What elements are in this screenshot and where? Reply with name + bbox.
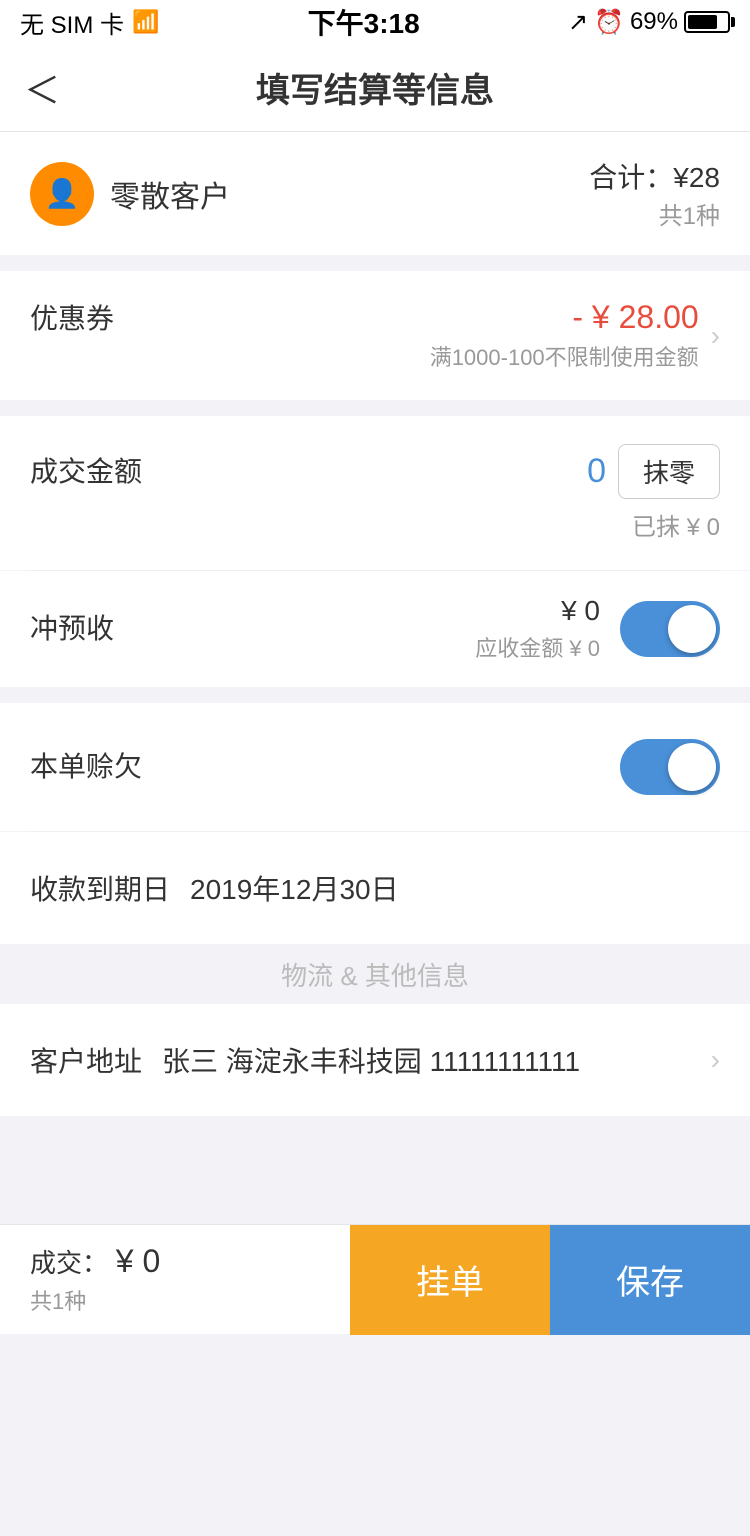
divider-1 xyxy=(0,255,750,271)
battery-icon xyxy=(684,11,730,33)
deal-amount-value: 0 xyxy=(587,452,606,491)
address-label: 客户地址 xyxy=(30,1040,142,1080)
total-count: 共1种 xyxy=(589,196,720,231)
chong-amount: ¥ 0 xyxy=(475,595,600,627)
location-icon: ↗ xyxy=(568,8,588,37)
chong-sub-text: 应收金额 ¥ 0 xyxy=(475,631,600,663)
page-title: 填写结算等信息 xyxy=(256,63,494,112)
customer-row: 👤 零散客户 合计：¥28 共1种 xyxy=(0,132,750,255)
battery-text: 69% xyxy=(630,8,678,36)
coupon-desc: 满1000-100不限制使用金额 xyxy=(430,340,699,372)
status-right: ↗ ⏰ 69% xyxy=(568,8,730,37)
chong-value-block: ¥ 0 应收金额 ¥ 0 xyxy=(475,595,600,663)
address-row[interactable]: 客户地址 张三 海淀永丰科技园 11111111111 › xyxy=(0,1004,750,1116)
round-button[interactable]: 抹零 xyxy=(618,444,720,499)
nav-bar: ＜ 填写结算等信息 xyxy=(0,44,750,132)
chong-right: ¥ 0 应收金额 ¥ 0 xyxy=(475,595,720,663)
debit-toggle[interactable] xyxy=(620,739,720,795)
chong-section: 冲预收 ¥ 0 应收金额 ¥ 0 xyxy=(0,571,750,687)
deal-amount-label: 成交金额 xyxy=(30,452,142,491)
address-section: 客户地址 张三 海淀永丰科技园 11111111111 › xyxy=(0,1004,750,1116)
carrier-text: 无 SIM 卡 xyxy=(20,5,124,40)
due-row[interactable]: 收款到期日 2019年12月30日 xyxy=(0,832,750,944)
address-content: 客户地址 张三 海淀永丰科技园 11111111111 xyxy=(30,1040,580,1080)
coupon-section[interactable]: 优惠券 - ¥ 28.00 满1000-100不限制使用金额 › xyxy=(0,271,750,400)
bottom-deal-label: 成交： xyxy=(30,1248,108,1278)
address-chevron-icon: › xyxy=(711,1044,720,1076)
back-button[interactable]: ＜ xyxy=(24,62,60,114)
status-bar: 无 SIM 卡 📶 下午3:18 ↗ ⏰ 69% xyxy=(0,0,750,44)
hang-button[interactable]: 挂单 xyxy=(350,1225,550,1335)
deal-amount-right: 0 抹零 xyxy=(587,444,720,499)
coupon-amount: - ¥ 28.00 xyxy=(430,299,699,336)
due-date: 2019年12月30日 xyxy=(190,868,399,908)
chong-label: 冲预收 xyxy=(30,609,114,648)
deal-sub-row: 已抹 ¥ 0 xyxy=(0,499,750,570)
status-time: 下午3:18 xyxy=(308,2,420,42)
coupon-label: 优惠券 xyxy=(30,299,114,338)
due-label: 收款到期日 xyxy=(30,868,170,908)
avatar-icon: 👤 xyxy=(45,177,80,210)
customer-left: 👤 零散客户 xyxy=(30,162,230,226)
logistics-label: 物流 & 其他信息 xyxy=(281,956,469,993)
divider-4 xyxy=(0,687,750,703)
chong-row: 冲预收 ¥ 0 应收金额 ¥ 0 xyxy=(0,571,750,687)
debit-section: 本单赊欠 xyxy=(0,703,750,831)
status-left: 无 SIM 卡 📶 xyxy=(20,5,159,40)
bottom-deal-amount: ¥ 0 xyxy=(116,1243,160,1279)
save-button[interactable]: 保存 xyxy=(550,1225,750,1335)
toggle-knob xyxy=(668,605,716,653)
bottom-count: 共1种 xyxy=(30,1284,320,1316)
chong-toggle[interactable] xyxy=(620,601,720,657)
chevron-icon: › xyxy=(711,320,720,352)
debit-row: 本单赊欠 xyxy=(0,703,750,831)
due-section: 收款到期日 2019年12月30日 xyxy=(0,832,750,944)
divider-2 xyxy=(0,400,750,416)
coupon-value-block: - ¥ 28.00 满1000-100不限制使用金额 xyxy=(430,299,699,372)
alarm-icon: ⏰ xyxy=(594,8,624,37)
address-value: 张三 海淀永丰科技园 11111111111 xyxy=(162,1040,580,1080)
bottom-deal-row: 成交： ¥ 0 xyxy=(30,1243,320,1280)
bottom-bar: 成交： ¥ 0 共1种 挂单 保存 xyxy=(0,1224,750,1334)
debit-toggle-knob xyxy=(668,743,716,791)
deal-amount-row: 成交金额 0 抹零 xyxy=(0,416,750,499)
bottom-info: 成交： ¥ 0 共1种 xyxy=(0,1243,350,1316)
coupon-row[interactable]: 优惠券 - ¥ 28.00 满1000-100不限制使用金额 › xyxy=(0,271,750,400)
logistics-divider: 物流 & 其他信息 xyxy=(0,944,750,1004)
deal-sub-text: 已抹 ¥ 0 xyxy=(632,507,720,542)
avatar: 👤 xyxy=(30,162,94,226)
total-amount: 合计：¥28 xyxy=(589,156,720,196)
customer-right: 合计：¥28 共1种 xyxy=(589,156,720,231)
customer-name: 零散客户 xyxy=(110,172,230,216)
deal-amount-section: 成交金额 0 抹零 已抹 ¥ 0 xyxy=(0,416,750,570)
coupon-right: - ¥ 28.00 满1000-100不限制使用金额 › xyxy=(430,299,720,372)
customer-section: 👤 零散客户 合计：¥28 共1种 xyxy=(0,132,750,255)
wifi-icon: 📶 xyxy=(132,9,159,35)
debit-label: 本单赊欠 xyxy=(30,747,142,786)
